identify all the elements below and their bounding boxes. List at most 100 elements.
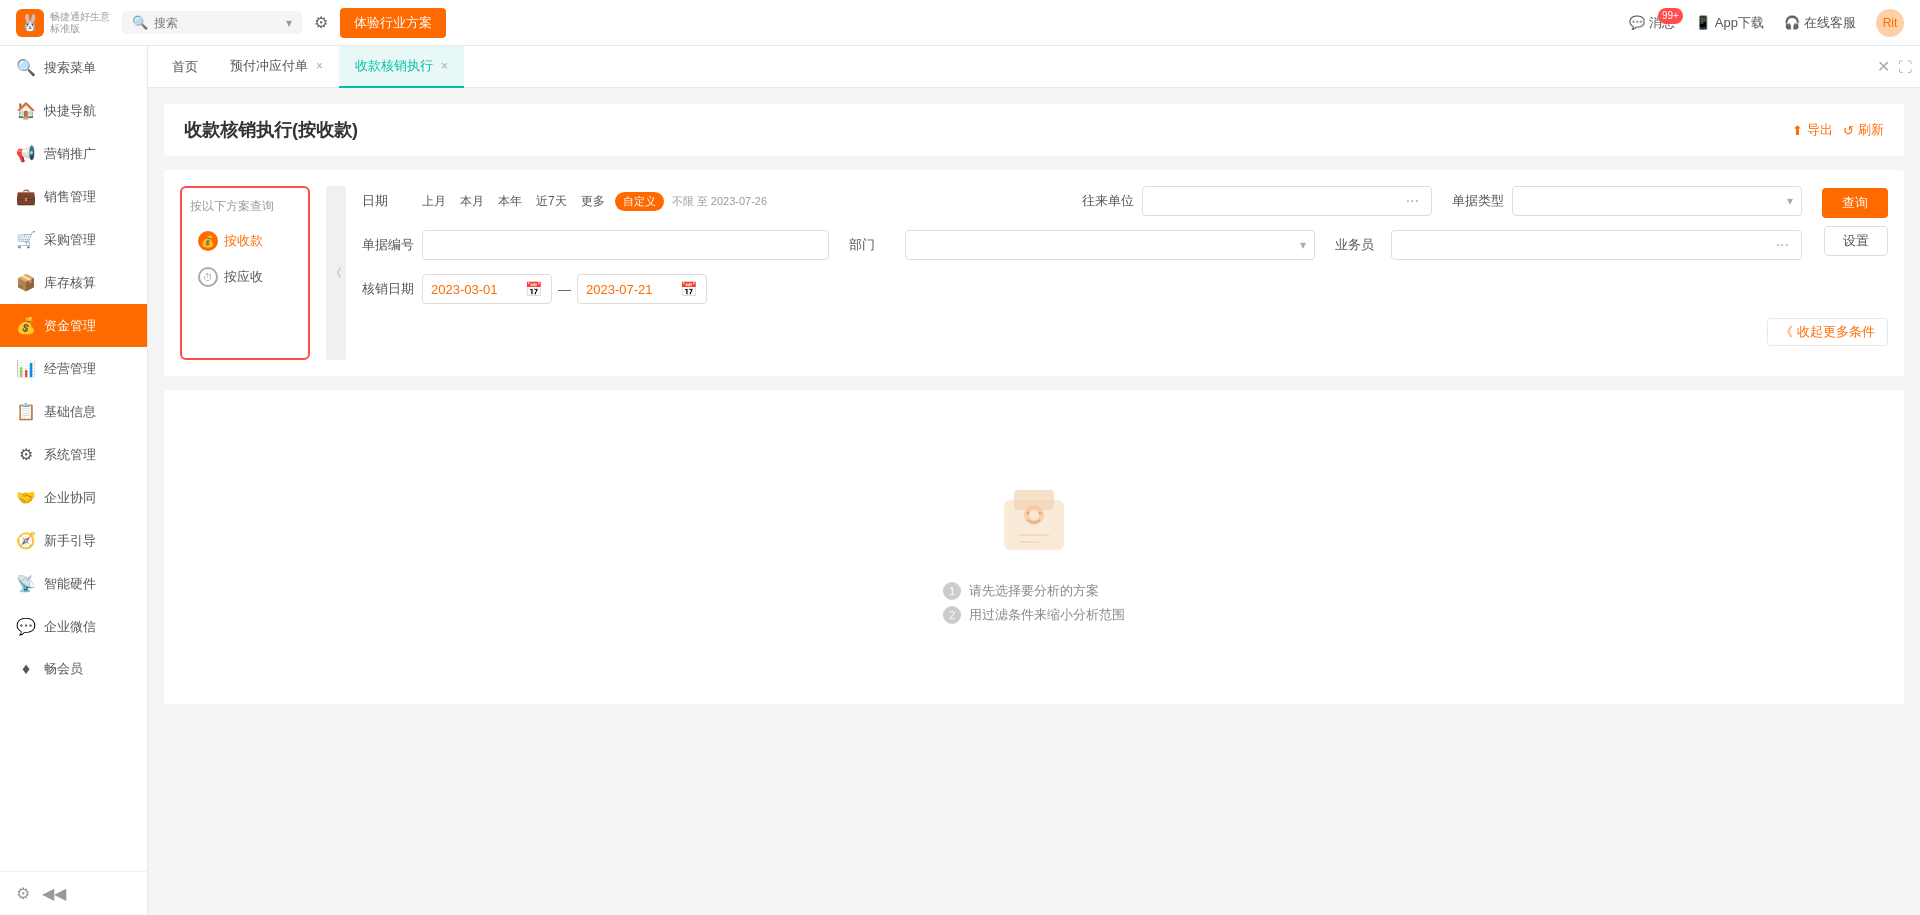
sidebar-item-label: 搜索菜单 <box>44 59 96 77</box>
sidebar-item-label: 智能硬件 <box>44 575 96 593</box>
vip-icon: ♦ <box>16 660 36 678</box>
basic-info-icon: 📋 <box>16 402 36 421</box>
sidebar-item-operation[interactable]: 📊 经营管理 <box>0 347 147 390</box>
chevron-down-bill-type: ▾ <box>1787 194 1793 208</box>
service-label: 在线客服 <box>1804 14 1856 32</box>
chevron-down-dept: ▾ <box>1300 238 1306 252</box>
refresh-button[interactable]: ↺ 刷新 <box>1843 121 1884 139</box>
cancel-date-start-input[interactable] <box>431 282 521 297</box>
brand-name: 畅捷通好生意 标准版 <box>50 11 110 35</box>
finance-icon: 💰 <box>16 316 36 335</box>
query-button[interactable]: 查询 <box>1822 188 1888 218</box>
guide-icon: 🧭 <box>16 531 36 550</box>
message-button[interactable]: 💬 消息 99+ <box>1629 14 1675 32</box>
sidebar-item-label: 企业协同 <box>44 489 96 507</box>
empty-tip-1: 1 请先选择要分析的方案 <box>943 582 1125 600</box>
date-option-this-year[interactable]: 本年 <box>494 191 526 212</box>
service-button[interactable]: 🎧 在线客服 <box>1784 14 1856 32</box>
date-option-7days[interactable]: 近7天 <box>532 191 571 212</box>
bill-no-label: 单据编号 <box>362 236 414 254</box>
close-window-icon[interactable]: ✕ <box>1877 57 1890 76</box>
calendar-start-icon[interactable]: 📅 <box>525 281 542 297</box>
tab-bar-actions: ✕ ⛶ <box>1877 57 1912 76</box>
tab-close-prepayment[interactable]: × <box>316 59 323 73</box>
export-icon: ⬆ <box>1792 123 1803 138</box>
sidebar-item-enterprise[interactable]: 🤝 企业协同 <box>0 476 147 519</box>
search-box[interactable]: 🔍 ▾ <box>122 11 302 34</box>
sidebar-item-inventory[interactable]: 📦 库存核算 <box>0 261 147 304</box>
sidebar-bottom: ⚙ ◀◀ <box>0 871 147 915</box>
date-sub-label: 不限 至 2023-07-26 <box>672 194 767 209</box>
filter-option-by-receipt[interactable]: 💰 按收款 <box>190 225 300 257</box>
collapse-more-icon: 《 <box>1780 323 1793 341</box>
collapse-more-area: 《 收起更多条件 <box>362 318 1888 346</box>
collapse-filter-sidebar-btn[interactable]: 《 <box>326 186 346 360</box>
settings-bottom-icon[interactable]: ⚙ <box>16 884 30 903</box>
wechat-icon: 💬 <box>16 617 36 636</box>
gear-icon[interactable]: ⚙ <box>314 13 328 32</box>
filter-option-by-receivable[interactable]: ⏱ 按应收 <box>190 261 300 293</box>
tip-num-1: 1 <box>943 582 961 600</box>
sidebar-item-guide[interactable]: 🧭 新手引导 <box>0 519 147 562</box>
date-option-custom[interactable]: 自定义 <box>615 192 664 211</box>
tip-num-2: 2 <box>943 606 961 624</box>
date-range-separator: — <box>558 282 571 297</box>
enterprise-icon: 🤝 <box>16 488 36 507</box>
sidebar-item-label: 销售管理 <box>44 188 96 206</box>
date-option-last-month[interactable]: 上月 <box>418 191 450 212</box>
sidebar-item-vip[interactable]: ♦ 畅会员 <box>0 648 147 690</box>
sidebar-item-wechat[interactable]: 💬 企业微信 <box>0 605 147 648</box>
sidebar-item-smart-hardware[interactable]: 📡 智能硬件 <box>0 562 147 605</box>
main-layout: 🔍 搜索菜单 🏠 快捷导航 📢 营销推广 💼 销售管理 🛒 采购管理 📦 库存核… <box>0 46 1920 915</box>
cancel-date-start-box[interactable]: 📅 <box>422 274 552 304</box>
tab-receipt-cancel[interactable]: 收款核销执行 × <box>339 46 464 88</box>
sidebar-item-finance[interactable]: 💰 资金管理 <box>0 304 147 347</box>
calendar-end-icon[interactable]: 📅 <box>680 281 697 297</box>
sidebar-item-sales[interactable]: 💼 销售管理 <box>0 175 147 218</box>
purchase-icon: 🛒 <box>16 230 36 249</box>
date-option-more[interactable]: 更多 <box>577 191 609 212</box>
sidebar-item-label: 企业微信 <box>44 618 96 636</box>
filter-rows-inner: 日期 上月 本月 本年 近7天 更多 自定义 不 <box>362 186 1802 318</box>
solution-button[interactable]: 体验行业方案 <box>340 8 446 38</box>
page-title: 收款核销执行(按收款) <box>184 118 358 142</box>
bill-no-input[interactable] <box>422 230 829 260</box>
cancel-date-end-input[interactable] <box>586 282 676 297</box>
sidebar-item-label: 基础信息 <box>44 403 96 421</box>
staff-label: 业务员 <box>1335 236 1383 254</box>
filter-row-2: 单据编号 部门 ▾ <box>362 230 1802 260</box>
by-receipt-icon: 💰 <box>198 231 218 251</box>
sidebar-item-marketing[interactable]: 📢 营销推广 <box>0 132 147 175</box>
tab-prepayment[interactable]: 预付冲应付单 × <box>214 46 339 88</box>
sidebar-item-basic-info[interactable]: 📋 基础信息 <box>0 390 147 433</box>
sidebar-item-label: 快捷导航 <box>44 102 96 120</box>
sidebar-item-purchase[interactable]: 🛒 采购管理 <box>0 218 147 261</box>
date-option-this-month[interactable]: 本月 <box>456 191 488 212</box>
tab-home[interactable]: 首页 <box>156 46 214 88</box>
sidebar-item-quick-nav[interactable]: 🏠 快捷导航 <box>0 89 147 132</box>
settings-button[interactable]: 设置 <box>1824 226 1888 256</box>
inventory-icon: 📦 <box>16 273 36 292</box>
svg-point-5 <box>1029 510 1039 520</box>
cancel-date-end-box[interactable]: 📅 <box>577 274 707 304</box>
export-button[interactable]: ⬆ 导出 <box>1792 121 1833 139</box>
smart-hardware-icon: 📡 <box>16 574 36 593</box>
counterpart-more-icon[interactable]: ··· <box>1402 192 1423 210</box>
search-input[interactable] <box>154 16 280 30</box>
expand-icon[interactable]: ⛶ <box>1898 59 1912 75</box>
empty-tip-2: 2 用过滤条件来缩小分析范围 <box>943 606 1125 624</box>
collapse-sidebar-icon[interactable]: ◀◀ <box>42 884 66 903</box>
sidebar-item-label: 系统管理 <box>44 446 96 464</box>
sidebar-item-search-menu[interactable]: 🔍 搜索菜单 <box>0 46 147 89</box>
logo-icon: 🐰 <box>16 9 44 37</box>
collapse-more-button[interactable]: 《 收起更多条件 <box>1767 318 1888 346</box>
app-download-button[interactable]: 📱 App下载 <box>1695 14 1764 32</box>
staff-more-icon[interactable]: ··· <box>1772 236 1793 254</box>
page-header-actions: ⬆ 导出 ↺ 刷新 <box>1792 121 1884 139</box>
tab-close-receipt-cancel[interactable]: × <box>441 59 448 73</box>
sidebar-item-label: 资金管理 <box>44 317 96 335</box>
page-header: 收款核销执行(按收款) ⬆ 导出 ↺ 刷新 <box>164 104 1904 156</box>
sidebar-item-system[interactable]: ⚙ 系统管理 <box>0 433 147 476</box>
sidebar-item-label: 畅会员 <box>44 660 83 678</box>
app-icon: 📱 <box>1695 15 1711 30</box>
